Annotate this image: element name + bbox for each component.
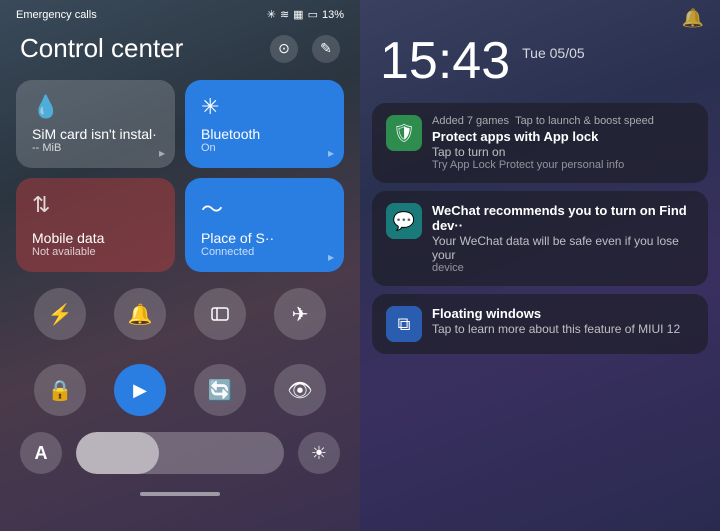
sim-arrow: ▸ — [159, 146, 165, 160]
status-bar: Emergency calls ✳ ≋ ▦ ▭ 13% — [0, 0, 360, 25]
bottom-controls: A ☀ — [0, 424, 360, 482]
sim-label: SiM card isn't instal· — [32, 126, 159, 142]
control-center-header: Control center ⊙ ✎ — [0, 25, 360, 80]
battery-icon: ▭ — [308, 8, 318, 21]
brightness-icon: ☀ — [298, 432, 340, 474]
mobile-data-tile[interactable]: ⇅ Mobile data Not available — [16, 178, 175, 272]
signal-icon: ▦ — [293, 8, 303, 21]
settings-icon[interactable]: ⊙ — [270, 35, 298, 63]
notif1-sub2: Try App Lock Protect your personal info — [432, 159, 694, 171]
notification-floating[interactable]: ⧉ Floating windows Tap to learn more abo… — [372, 294, 708, 354]
bluetooth-label: Bluetooth — [201, 126, 328, 142]
notif2-sub: Your WeChat data will be safe even if yo… — [432, 234, 694, 262]
font-size-button[interactable]: A — [20, 432, 62, 474]
wifi-status-icon: ≋ — [280, 8, 289, 21]
clock-time: 15:43 — [380, 35, 510, 87]
place-arrow: ▸ — [328, 250, 334, 264]
control-center-panel: Emergency calls ✳ ≋ ▦ ▭ 13% Control cent… — [0, 0, 360, 531]
screen-record-button[interactable] — [194, 288, 246, 340]
place-icon: 〜 — [201, 192, 328, 224]
airplane-button[interactable]: ✈ — [274, 288, 326, 340]
mobile-data-label: Mobile data — [32, 230, 159, 246]
bluetooth-sublabel: On — [201, 142, 328, 154]
right-status-bar: 🔔 — [360, 0, 720, 29]
notification-wechat[interactable]: 💬 WeChat recommends you to turn on Find … — [372, 191, 708, 286]
app-lock-icon-wrap: 🛡 — [386, 115, 422, 151]
bell-button[interactable]: 🔔 — [114, 288, 166, 340]
floating-icon: ⧉ — [398, 314, 411, 335]
bluetooth-status-icon: ✳ — [267, 8, 276, 21]
battery-percent: 13% — [322, 9, 344, 21]
eye-button[interactable]: 👁 — [274, 364, 326, 416]
brightness-slider[interactable] — [76, 432, 284, 474]
clock-date: Tue 05/05 — [522, 45, 585, 61]
notif3-main: Floating windows — [432, 306, 694, 321]
bluetooth-arrow: ▸ — [328, 146, 334, 160]
notif3-sub: Tap to learn more about this feature of … — [432, 322, 694, 336]
notif2-main: WeChat recommends you to turn on Find de… — [432, 203, 694, 233]
notif1-main: Protect apps with App lock — [432, 129, 694, 144]
notif1-sub: Tap to turn on — [432, 145, 694, 159]
mobile-data-icon: ⇅ — [32, 192, 159, 218]
clock-area: 15:43 Tue 05/05 — [360, 29, 720, 103]
notif2-sub2: device — [432, 262, 694, 274]
emergency-calls-label: Emergency calls — [16, 9, 97, 21]
app-lock-icon: 🛡 — [393, 123, 416, 144]
edit-icon[interactable]: ✎ — [312, 35, 340, 63]
flashlight-button[interactable]: ⚡ — [34, 288, 86, 340]
sim-sublabel: -- MiB — [32, 142, 159, 154]
notification-panel: 🔔 15:43 Tue 05/05 🛡 Added 7 games Tap to… — [360, 0, 720, 531]
sim-tile[interactable]: 💧 SiM card isn't instal· -- MiB ▸ — [16, 80, 175, 168]
lock-button[interactable]: 🔒 — [34, 364, 86, 416]
bluetooth-tile[interactable]: ✳ Bluetooth On ▸ — [185, 80, 344, 168]
notification-bell-icon[interactable]: 🔔 — [682, 8, 704, 29]
lock-rotate-button[interactable]: 🔄 — [194, 364, 246, 416]
notif1-hint: Tap to launch & boost speed — [515, 115, 654, 127]
notifications-list: 🛡 Added 7 games Tap to launch & boost sp… — [360, 103, 720, 354]
wechat-icon-wrap: 💬 — [386, 203, 422, 239]
icon-row-1: ⚡ 🔔 ✈ — [0, 272, 360, 348]
status-icons: ✳ ≋ ▦ ▭ 13% — [267, 8, 344, 21]
tiles-grid: 💧 SiM card isn't instal· -- MiB ▸ ✳ Blue… — [0, 80, 360, 272]
place-label: Place of S·· — [201, 230, 328, 246]
location-button[interactable]: ▶ — [114, 364, 166, 416]
home-indicator — [140, 492, 220, 496]
screen-record-icon — [210, 304, 230, 324]
bluetooth-tile-icon: ✳ — [201, 94, 328, 120]
notif1-title: Added 7 games — [432, 115, 509, 127]
place-sublabel: Connected — [201, 246, 328, 258]
sim-icon: 💧 — [32, 94, 159, 120]
control-center-title: Control center — [20, 33, 183, 64]
icon-row-2: 🔒 ▶ 🔄 👁 — [0, 348, 360, 424]
mobile-data-sublabel: Not available — [32, 246, 159, 258]
place-tile[interactable]: 〜 Place of S·· Connected ▸ — [185, 178, 344, 272]
brightness-fill — [76, 432, 159, 474]
floating-icon-wrap: ⧉ — [386, 306, 422, 342]
wechat-icon: 💬 — [393, 211, 415, 232]
header-icons: ⊙ ✎ — [270, 35, 340, 63]
notification-app-lock[interactable]: 🛡 Added 7 games Tap to launch & boost sp… — [372, 103, 708, 183]
